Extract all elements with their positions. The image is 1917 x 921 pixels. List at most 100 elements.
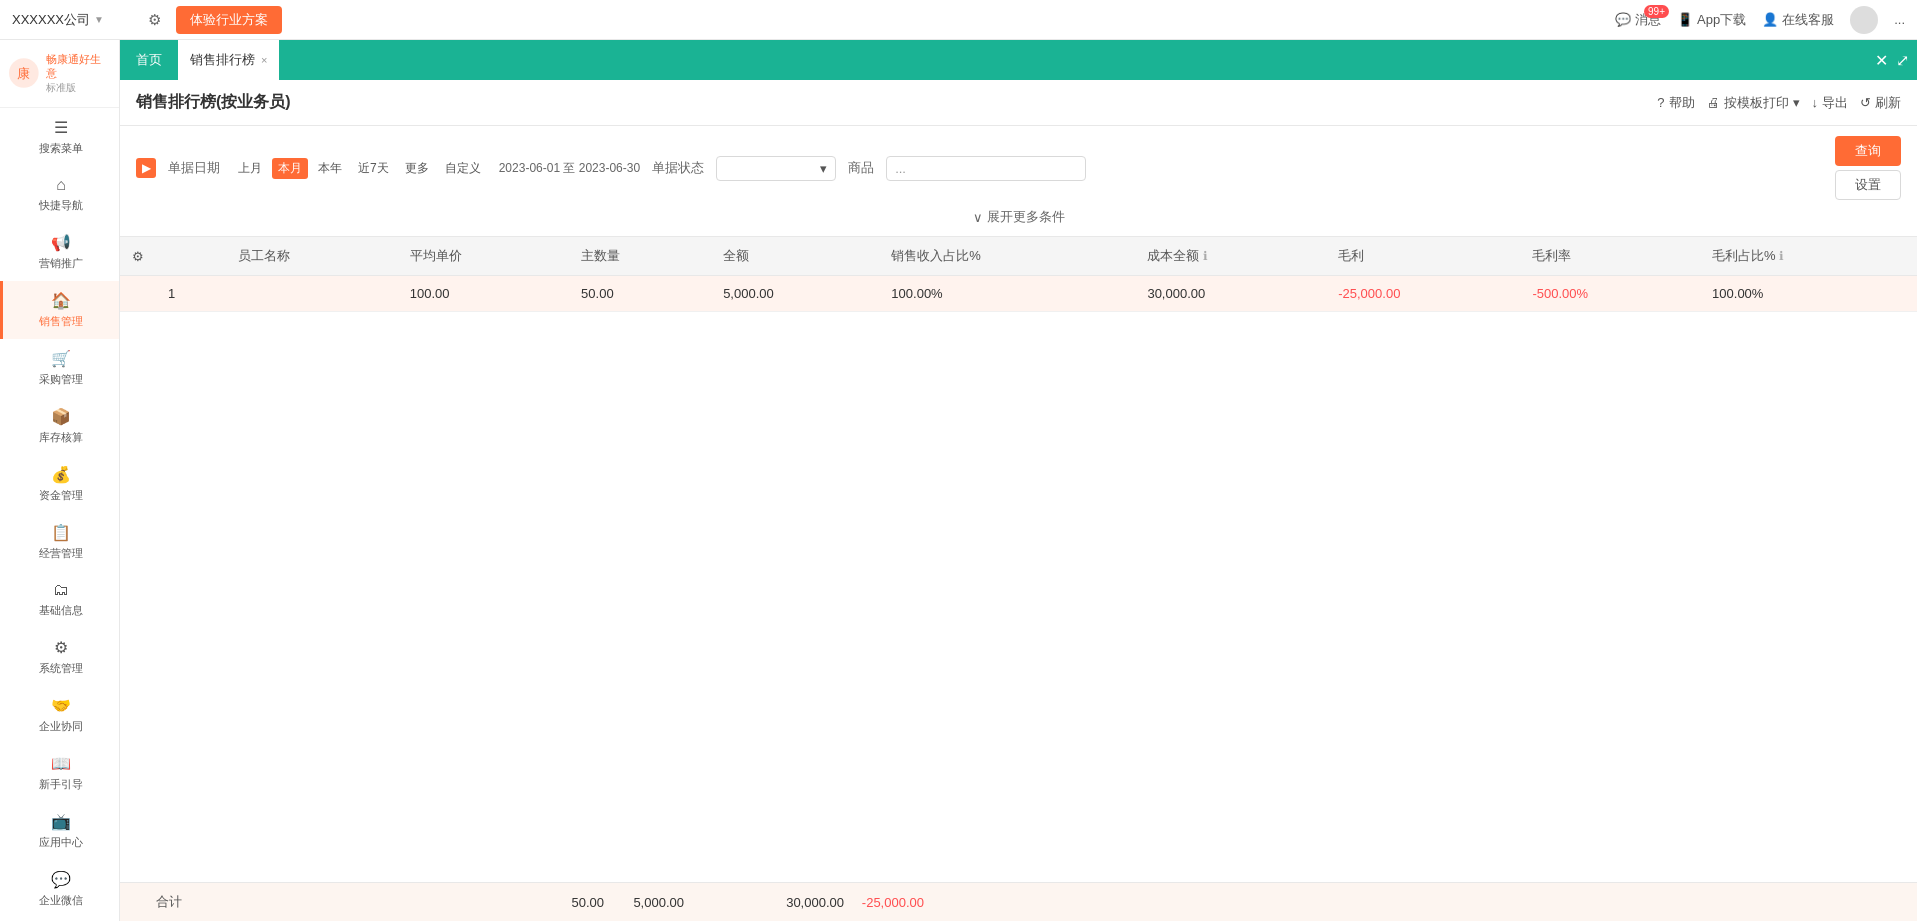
sidebar-quicknav-label: 快捷导航 bbox=[39, 198, 83, 213]
content-area: 首页 销售排行榜 × ✕ ⤢ 销售排行榜(按业务员) ? 帮助 bbox=[120, 40, 1917, 921]
footer-gross: -25,000.00 bbox=[852, 895, 932, 910]
sidebar: 康 畅康通好生意 标准版 ☰ 搜索菜单 ⌂ 快捷导航 📢 营销推广 🏠 销售管理… bbox=[0, 40, 120, 921]
sidebar-purchase-label: 采购管理 bbox=[39, 372, 83, 387]
period-last-month[interactable]: 上月 bbox=[232, 158, 268, 179]
cost-help-icon[interactable]: ℹ bbox=[1203, 249, 1208, 263]
print-btn[interactable]: 🖨 按模板打印 ▾ bbox=[1707, 94, 1800, 112]
period-this-year[interactable]: 本年 bbox=[312, 158, 348, 179]
footer-main-qty: 50.00 bbox=[532, 895, 612, 910]
online-service-btn[interactable]: 👤 在线客服 bbox=[1762, 11, 1834, 29]
tab-home[interactable]: 首页 bbox=[120, 40, 178, 80]
tab-bar: 首页 销售排行榜 × ✕ ⤢ bbox=[120, 40, 1917, 80]
col-rank bbox=[156, 237, 226, 276]
sidebar-item-app-center[interactable]: 📺 应用中心 bbox=[0, 802, 119, 860]
filter-toggle-btn[interactable]: ▶ bbox=[136, 158, 156, 178]
message-badge: 99+ bbox=[1644, 5, 1669, 18]
sidebar-operations-label: 经营管理 bbox=[39, 546, 83, 561]
sidebar-item-new-guide[interactable]: 📖 新手引导 bbox=[0, 744, 119, 802]
row-gross-pct: 100.00% bbox=[1700, 276, 1917, 312]
refresh-btn[interactable]: ↺ 刷新 bbox=[1860, 94, 1901, 112]
footer-total: 5,000.00 bbox=[612, 895, 692, 910]
date-label: 单据日期 bbox=[168, 159, 220, 177]
sidebar-item-search[interactable]: ☰ 搜索菜单 bbox=[0, 108, 119, 166]
sidebar-inventory-label: 库存核算 bbox=[39, 430, 83, 445]
expand-conditions-btn[interactable]: ∨ 展开更多条件 bbox=[973, 208, 1065, 226]
inventory-icon: 📦 bbox=[51, 407, 71, 426]
sidebar-basicinfo-label: 基础信息 bbox=[39, 603, 83, 618]
main-layout: 康 畅康通好生意 标准版 ☰ 搜索菜单 ⌂ 快捷导航 📢 营销推广 🏠 销售管理… bbox=[0, 40, 1917, 921]
tab-sales-ranking[interactable]: 销售排行榜 × bbox=[178, 40, 279, 80]
period-buttons: 上月 本月 本年 近7天 更多 自定义 bbox=[232, 158, 487, 179]
new-guide-icon: 📖 bbox=[51, 754, 71, 773]
print-icon: 🖨 bbox=[1707, 95, 1720, 110]
table-settings-btn[interactable]: 设置 bbox=[1835, 170, 1901, 200]
print-chevron: ▾ bbox=[1793, 95, 1800, 110]
window-expand-btn[interactable]: ⤢ bbox=[1896, 51, 1909, 70]
period-custom[interactable]: 自定义 bbox=[439, 158, 487, 179]
finance-icon: 💰 bbox=[51, 465, 71, 484]
export-btn[interactable]: ↓ 导出 bbox=[1812, 94, 1849, 112]
company-selector[interactable]: XXXXXX公司 ▼ bbox=[12, 11, 132, 29]
sidebar-item-operations[interactable]: 📋 经营管理 bbox=[0, 513, 119, 571]
logo-sub: 标准版 bbox=[46, 81, 111, 95]
help-btn[interactable]: ? 帮助 bbox=[1657, 94, 1694, 112]
status-select[interactable]: ▾ bbox=[716, 156, 836, 181]
tab-close-btn[interactable]: × bbox=[261, 54, 267, 66]
sidebar-item-basic-info[interactable]: 🗂 基础信息 bbox=[0, 571, 119, 628]
trial-button[interactable]: 体验行业方案 bbox=[176, 6, 282, 34]
sidebar-item-inventory[interactable]: 📦 库存核算 bbox=[0, 397, 119, 455]
sidebar-system-label: 系统管理 bbox=[39, 661, 83, 676]
period-more[interactable]: 更多 bbox=[399, 158, 435, 179]
sidebar-item-system[interactable]: ⚙ 系统管理 bbox=[0, 628, 119, 686]
table-row: 1 100.00 50.00 5,000.00 100.00% 30,000.0… bbox=[120, 276, 1917, 312]
period-7days[interactable]: 近7天 bbox=[352, 158, 395, 179]
sidebar-item-enterprise-wechat[interactable]: 💬 企业微信 bbox=[0, 860, 119, 918]
sidebar-item-finance[interactable]: 💰 资金管理 bbox=[0, 455, 119, 513]
col-employee: 员工名称 bbox=[226, 237, 397, 276]
sidebar-item-enterprise-collab[interactable]: 🤝 企业协同 bbox=[0, 686, 119, 744]
query-btn[interactable]: 查询 bbox=[1835, 136, 1901, 166]
expand-row: ∨ 展开更多条件 bbox=[136, 208, 1901, 226]
settings-icon-btn[interactable]: ⚙ bbox=[140, 6, 168, 34]
status-chevron: ▾ bbox=[820, 161, 827, 176]
sidebar-item-purchase[interactable]: 🛒 采购管理 bbox=[0, 339, 119, 397]
page-title: 销售排行榜(按业务员) bbox=[136, 92, 291, 113]
row-cost: 30,000.00 bbox=[1135, 276, 1326, 312]
status-label: 单据状态 bbox=[652, 159, 704, 177]
sidebar-guide-label: 新手引导 bbox=[39, 777, 83, 792]
period-this-month[interactable]: 本月 bbox=[272, 158, 308, 179]
col-avg-price: 平均单价 bbox=[398, 237, 569, 276]
col-cost: 成本全额 ℹ bbox=[1135, 237, 1326, 276]
grosspct-help-icon[interactable]: ℹ bbox=[1779, 249, 1784, 263]
avatar[interactable] bbox=[1850, 6, 1878, 34]
refresh-icon: ↺ bbox=[1860, 95, 1871, 110]
sidebar-sales-label: 销售管理 bbox=[39, 314, 83, 329]
sidebar-finance-label: 资金管理 bbox=[39, 488, 83, 503]
row-total: 5,000.00 bbox=[711, 276, 879, 312]
goods-select[interactable]: ... bbox=[886, 156, 1086, 181]
footer-label: 合计 bbox=[132, 893, 372, 911]
sidebar-item-sales[interactable]: 🏠 销售管理 bbox=[0, 281, 119, 339]
top-bar: XXXXXX公司 ▼ ⚙ 体验行业方案 💬 消息 99+ 📱 App下载 👤 在… bbox=[0, 0, 1917, 40]
sales-ranking-table: ⚙ 员工名称 平均单价 主数量 全额 销售收入占比% 成本全额 ℹ 毛利 bbox=[120, 237, 1917, 312]
message-btn[interactable]: 💬 消息 99+ bbox=[1615, 11, 1661, 29]
purchase-icon: 🛒 bbox=[51, 349, 71, 368]
sidebar-item-marketing[interactable]: 📢 营销推广 bbox=[0, 223, 119, 281]
table-footer: 合计 50.00 5,000.00 30,000.00 -25,000.00 bbox=[120, 882, 1917, 921]
col-gross-pct: 毛利占比% ℹ bbox=[1700, 237, 1917, 276]
sales-icon: 🏠 bbox=[51, 291, 71, 310]
top-right-area: 💬 消息 99+ 📱 App下载 👤 在线客服 ... bbox=[1615, 6, 1905, 34]
logo-text: 畅康通好生意 bbox=[46, 52, 111, 81]
basicinfo-icon: 🗂 bbox=[53, 581, 69, 599]
window-close-btn[interactable]: ✕ bbox=[1875, 51, 1888, 70]
sidebar-item-quick-nav[interactable]: ⌂ 快捷导航 bbox=[0, 166, 119, 223]
app-download-btn[interactable]: 📱 App下载 bbox=[1677, 11, 1746, 29]
sidebar-item-member[interactable]: V 畅会员 bbox=[0, 918, 119, 921]
message-icon: 💬 bbox=[1615, 12, 1631, 27]
col-settings[interactable]: ⚙ bbox=[120, 237, 156, 276]
page-header: 销售排行榜(按业务员) ? 帮助 🖨 按模板打印 ▾ ↓ 导出 bbox=[120, 80, 1917, 126]
col-main-qty: 主数量 bbox=[569, 237, 711, 276]
company-name: XXXXXX公司 bbox=[12, 11, 90, 29]
col-gross-rate: 毛利率 bbox=[1520, 237, 1700, 276]
col-sales-pct: 销售收入占比% bbox=[879, 237, 1135, 276]
